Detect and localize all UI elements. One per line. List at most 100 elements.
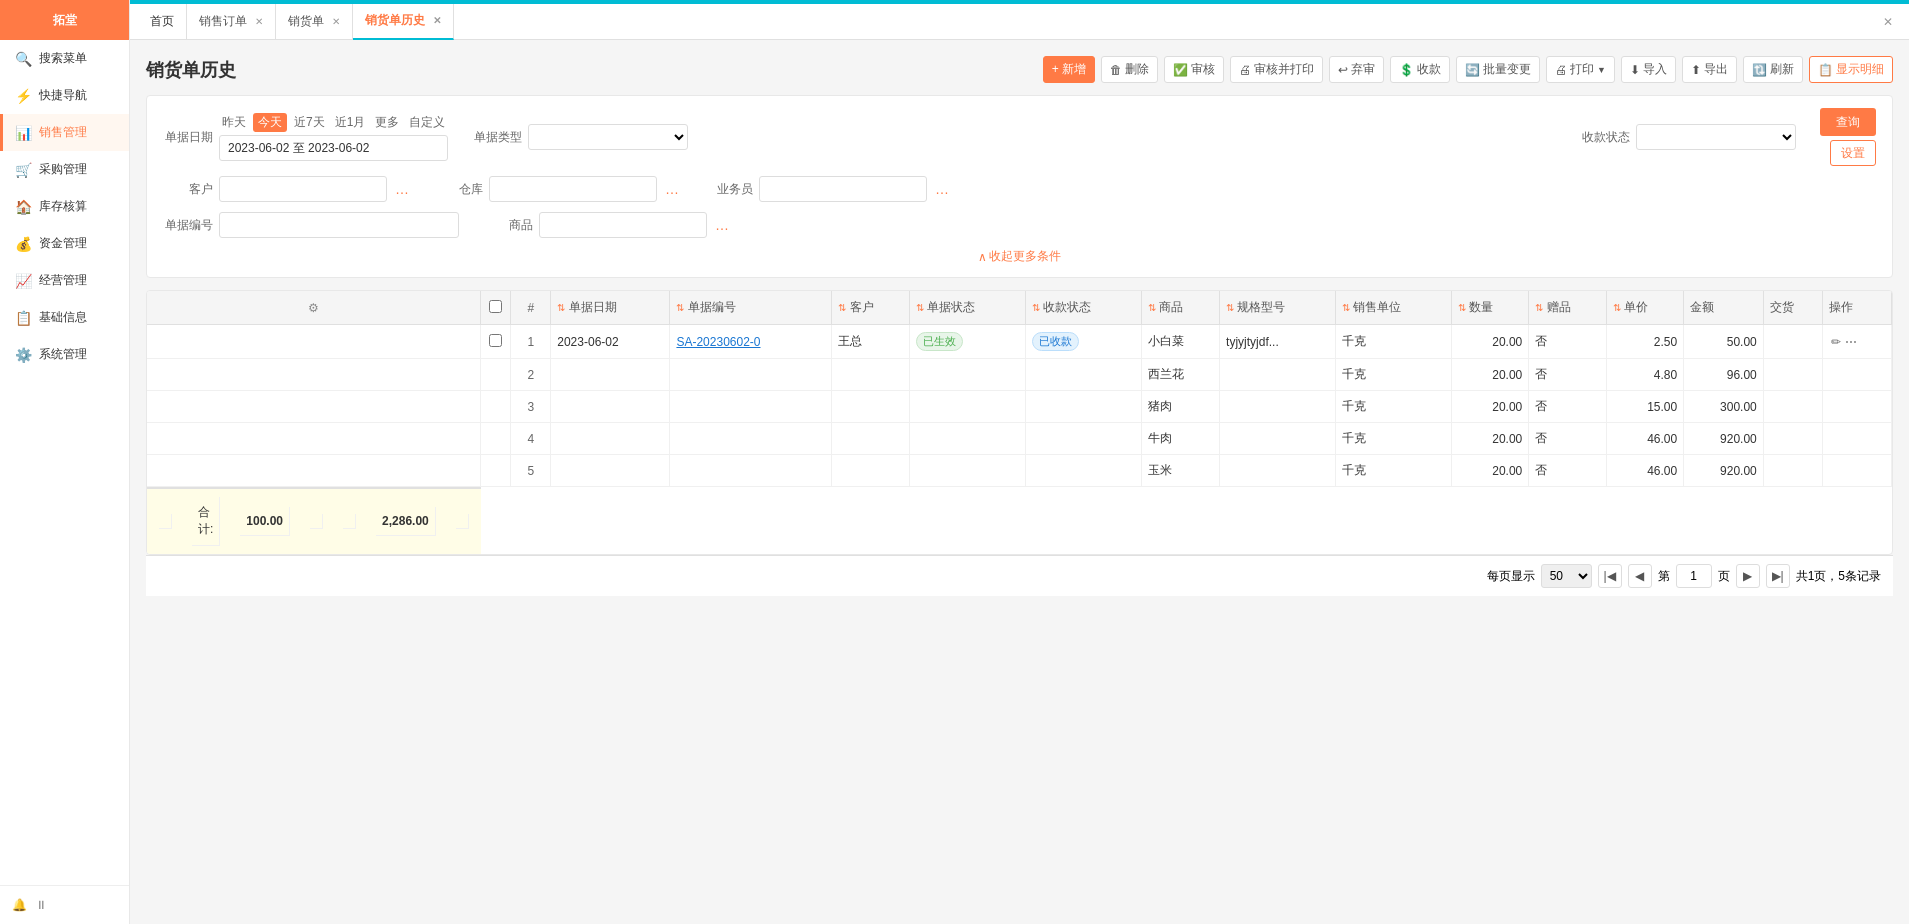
select-all-checkbox[interactable] [489,300,502,313]
warehouse-ellipsis[interactable]: … [665,181,679,197]
table-container: ⚙ # ⇅ 单据日期 ⇅ 单据编号 [146,290,1893,555]
shortcut-yesterday[interactable]: 昨天 [219,113,249,132]
date-range-input[interactable] [219,135,448,161]
print-button[interactable]: 🖨 打印 ▼ [1546,56,1615,83]
edit-icon[interactable]: ✏ [1831,335,1841,349]
payment-status-select[interactable] [1636,124,1796,150]
pagination: 每页显示 50 100 200 |◀ ◀ 第 页 ▶ ▶| 共1页，5条记录 [146,555,1893,596]
filter-row-3: 单据编号 商品 … [163,212,1876,238]
col-docstatus-th[interactable]: ⇅ 单据状态 [909,291,1025,325]
sidebar-item-search[interactable]: 🔍 搜索菜单 [0,40,129,77]
sidebar-item-inventory[interactable]: 🏠 库存核算 [0,188,129,225]
audit-print-button[interactable]: 🖨 审核并打印 [1230,56,1323,83]
col-customer-th[interactable]: ⇅ 客户 [832,291,909,325]
page-number-input[interactable] [1676,564,1712,588]
sidebar-item-operations[interactable]: 📈 经营管理 [0,262,129,299]
col-gift-th[interactable]: ⇅ 赠品 [1529,291,1606,325]
delete-button[interactable]: 🗑 删除 [1101,56,1158,83]
sort-icon: ⇅ [676,302,684,313]
refresh-button[interactable]: 🔃 刷新 [1743,56,1803,83]
abandon-button[interactable]: ↩ 弃审 [1329,56,1384,83]
tab-sales-history[interactable]: 销货单历史 ✕ [353,4,454,40]
shortcut-today[interactable]: 今天 [253,113,287,132]
row-action-cell [1823,391,1892,423]
tab-sales-order[interactable]: 销售订单 ✕ [187,4,276,40]
page-content-area: 销货单历史 + 新增 🗑 删除 ✅ 审核 🖨 审核并打印 ↩ 弃审 [130,40,1909,924]
prev-page-button[interactable]: ◀ [1628,564,1652,588]
sidebar-bottom-icon1[interactable]: 🔔 [12,898,27,912]
audit-button[interactable]: ✅ 审核 [1164,56,1224,83]
tab-close-icon[interactable]: ✕ [255,16,263,27]
sidebar-item-quicknav[interactable]: ⚡ 快捷导航 [0,77,129,114]
query-button[interactable]: 查询 [1820,108,1876,136]
row-checkbox-cell[interactable] [481,423,511,455]
row-paystatus-cell [1025,455,1141,487]
last-page-button[interactable]: ▶| [1766,564,1790,588]
row-checkbox[interactable] [489,334,502,347]
goods-input[interactable] [539,212,707,238]
col-spec-th[interactable]: ⇅ 规格型号 [1220,291,1336,325]
col-unit-th[interactable]: ⇅ 销售单位 [1335,291,1451,325]
goods-ellipsis[interactable]: … [715,217,729,233]
filter-docno-field: 单据编号 [163,212,459,238]
col-qty-th[interactable]: ⇅ 数量 [1451,291,1528,325]
sidebar-item-purchase[interactable]: 🛒 采购管理 [0,151,129,188]
row-checkbox-cell[interactable] [481,391,511,423]
sidebar-item-finance[interactable]: 💰 资金管理 [0,225,129,262]
collect-button[interactable]: 💲 收款 [1390,56,1450,83]
per-page-select[interactable]: 50 100 200 [1541,564,1592,588]
tab-sales-goods[interactable]: 销货单 ✕ [276,4,353,40]
col-paystatus-th[interactable]: ⇅ 收款状态 [1025,291,1141,325]
tab-home[interactable]: 首页 [138,4,187,40]
warehouse-input[interactable] [489,176,657,202]
row-goods-cell: 牛肉 [1141,423,1219,455]
tab-close-icon[interactable]: ✕ [433,15,441,26]
col-docno-th[interactable]: ⇅ 单据编号 [670,291,832,325]
col-docdate-th[interactable]: ⇅ 单据日期 [551,291,670,325]
customer-ellipsis[interactable]: … [395,181,409,197]
sort-icon: ⇅ [1032,302,1040,313]
collapse-button[interactable]: ∧ 收起更多条件 [163,248,1876,265]
shortcut-custom[interactable]: 自定义 [406,113,448,132]
col-unitprice-th[interactable]: ⇅ 单价 [1606,291,1683,325]
close-all-tabs[interactable]: ✕ [1875,15,1901,29]
sidebar-item-system[interactable]: ⚙️ 系统管理 [0,336,129,373]
shortcut-1month[interactable]: 近1月 [332,113,369,132]
sidebar-item-basic[interactable]: 📋 基础信息 [0,299,129,336]
table-footer-row: 合计: 100.00 2,286.00 [147,487,481,554]
row-checkbox-cell[interactable] [481,325,511,359]
row-docno-cell [670,359,832,391]
sidebar-bottom-icon2[interactable]: ⏸ [35,898,47,912]
sidebar-item-sales[interactable]: 📊 销售管理 [0,114,129,151]
docno-input[interactable] [219,212,459,238]
salesperson-ellipsis[interactable]: … [935,181,949,197]
col-settings-th[interactable]: ⚙ [147,291,481,325]
row-checkbox-cell[interactable] [481,359,511,391]
customer-label: 客户 [163,181,213,198]
row-docstatus-cell [909,359,1025,391]
new-button[interactable]: + 新增 [1043,56,1095,83]
tab-close-icon[interactable]: ✕ [332,16,340,27]
shortcut-7days[interactable]: 近7天 [291,113,328,132]
customer-input[interactable] [219,176,387,202]
show-detail-button[interactable]: 📋 显示明细 [1809,56,1893,83]
setup-button[interactable]: 设置 [1830,140,1876,166]
batch-change-button[interactable]: 🔄 批量变更 [1456,56,1540,83]
sort-icon: ⇅ [1342,302,1350,313]
doctype-select[interactable] [528,124,688,150]
docno-link[interactable]: SA-20230602-0 [676,335,760,349]
shortcut-more[interactable]: 更多 [372,113,402,132]
col-goods-th[interactable]: ⇅ 商品 [1141,291,1219,325]
export-button[interactable]: ⬆ 导出 [1682,56,1737,83]
import-button[interactable]: ⬇ 导入 [1621,56,1676,83]
row-goods-cell: 猪肉 [1141,391,1219,423]
first-page-button[interactable]: |◀ [1598,564,1622,588]
salesperson-input[interactable] [759,176,927,202]
row-checkbox-cell[interactable] [481,455,511,487]
row-qty-cell: 20.00 [1451,325,1528,359]
sidebar-item-label: 快捷导航 [39,87,87,104]
sidebar-item-label: 基础信息 [39,309,87,326]
more-icon[interactable]: ⋯ [1845,335,1857,349]
next-page-button[interactable]: ▶ [1736,564,1760,588]
row-docno-cell [670,423,832,455]
